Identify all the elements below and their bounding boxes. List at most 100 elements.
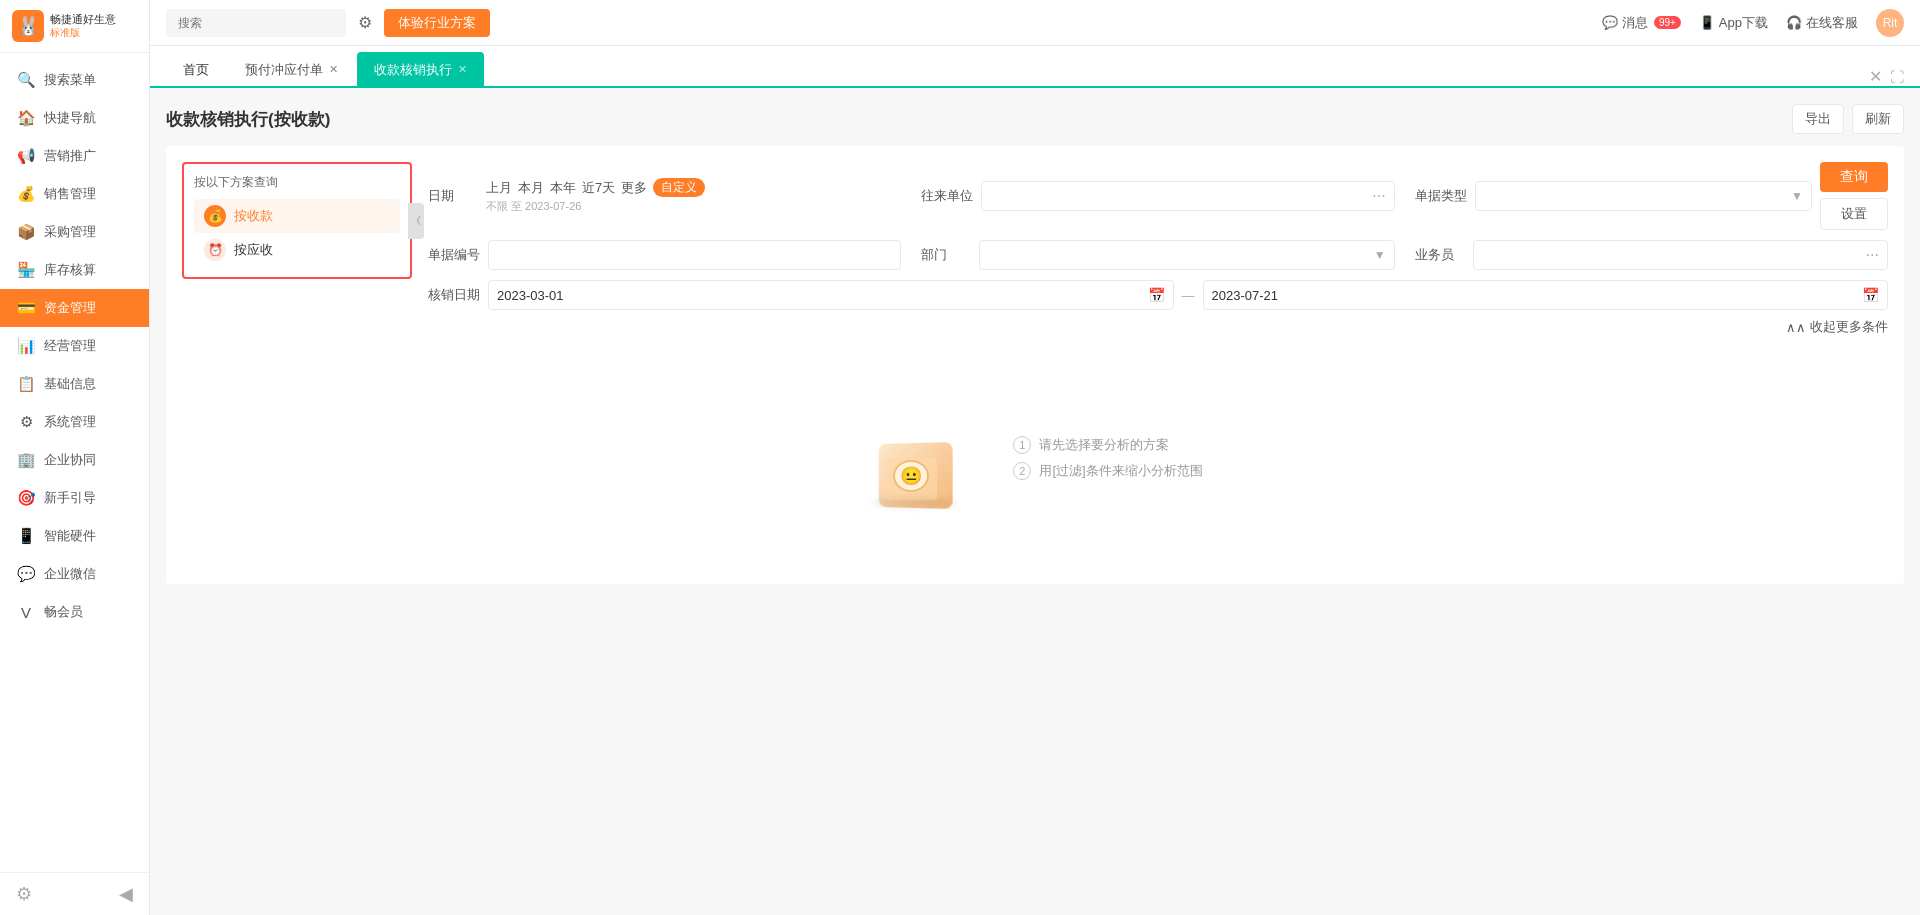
sidebar-item-smart-hw[interactable]: 📱 智能硬件 (0, 517, 149, 555)
doc-no-input[interactable] (488, 240, 901, 270)
receipt-option-icon: 💰 (204, 205, 226, 227)
sidebar-item-search-menu[interactable]: 🔍搜索菜单 (0, 61, 149, 99)
refresh-button[interactable]: 刷新 (1852, 104, 1904, 134)
empty-hint-2: 2 用[过滤]条件来缩小分析范围 (1013, 462, 1202, 480)
setting-button[interactable]: 设置 (1820, 198, 1888, 230)
messages-label: 消息 (1622, 14, 1648, 32)
staff-field: 业务员 ··· (1415, 240, 1888, 270)
tab-prepaid-close-icon[interactable]: ✕ (329, 63, 338, 76)
counterparty-more-icon[interactable]: ··· (1372, 187, 1385, 205)
sidebar-item-label: 企业微信 (44, 565, 96, 583)
verify-date-end-value: 2023-07-21 (1212, 288, 1279, 303)
settings-bottom-icon[interactable]: ⚙ (16, 883, 32, 905)
tab-prepaid-offset[interactable]: 预付冲应付单 ✕ (228, 52, 355, 86)
smart-hw-icon: 📱 (16, 527, 36, 545)
counterparty-select[interactable]: ··· (981, 181, 1394, 211)
sidebar-item-basic-info[interactable]: 📋基础信息 (0, 365, 149, 403)
staff-select[interactable]: ··· (1473, 240, 1888, 270)
date-label: 日期 (428, 187, 478, 205)
sidebar-item-enterprise[interactable]: 🏢企业协同 (0, 441, 149, 479)
filter-option-by-receivable[interactable]: ⏰ 按应收 (194, 233, 400, 267)
box-shadow (872, 498, 957, 508)
sidebar-item-marketing[interactable]: 📢营销推广 (0, 137, 149, 175)
sidebar-item-inventory[interactable]: 🏪库存核算 (0, 251, 149, 289)
query-form: 日期 上月 本月 本年 近7天 更多 自定义 不限 至 (428, 162, 1888, 336)
search-icon: 🔍 (16, 71, 36, 89)
shortcut-this-month[interactable]: 本月 (518, 179, 544, 197)
tab-home-label: 首页 (183, 61, 209, 79)
empty-hint-1: 1 请先选择要分析的方案 (1013, 436, 1202, 454)
receipt-option-label: 按收款 (234, 207, 273, 225)
user-name: Rit (1883, 16, 1898, 30)
sidebar-item-guide[interactable]: 🎯新手引导 (0, 479, 149, 517)
sidebar-item-vip[interactable]: V畅会员 (0, 593, 149, 631)
sidebar-item-label: 销售管理 (44, 185, 96, 203)
dept-select[interactable]: ▼ (979, 240, 1394, 270)
messages-button[interactable]: 💬 消息 99+ (1602, 14, 1681, 32)
sidebar-item-label: 智能硬件 (44, 527, 96, 545)
collapse-more-conditions[interactable]: ∧∧ 收起更多条件 (428, 318, 1888, 336)
receivable-option-icon: ⏰ (204, 239, 226, 261)
hint-1-text: 请先选择要分析的方案 (1039, 436, 1169, 454)
staff-label: 业务员 (1415, 246, 1465, 264)
filter-panel-collapse-icon[interactable]: 《 (408, 203, 424, 239)
dept-field: 部门 ▼ (921, 240, 1394, 270)
user-avatar[interactable]: Rit (1876, 9, 1904, 37)
shortcut-custom-active[interactable]: 自定义 (653, 178, 705, 197)
tab-receipt-offset[interactable]: 收款核销执行 ✕ (357, 52, 484, 86)
query-button[interactable]: 查询 (1820, 162, 1888, 192)
sidebar-item-sales[interactable]: 💰 销售管理 (0, 175, 149, 213)
tab-receipt-close-icon[interactable]: ✕ (458, 63, 467, 76)
empty-illustration: 😐 (867, 408, 977, 508)
shortcut-this-year[interactable]: 本年 (550, 179, 576, 197)
filter-grid-row2: 单据编号 部门 ▼ 业务员 (428, 240, 1888, 270)
sidebar-item-wechat[interactable]: 💬企业微信 (0, 555, 149, 593)
collapse-sidebar-icon[interactable]: ◀ (119, 883, 133, 905)
collapse-more-label: 收起更多条件 (1810, 318, 1888, 336)
doc-no-label: 单据编号 (428, 246, 480, 264)
filter-option-by-receipt[interactable]: 💰 按收款 (194, 199, 400, 233)
doc-type-select[interactable]: ▼ (1475, 181, 1812, 211)
shortcut-more[interactable]: 更多 (621, 179, 647, 197)
gear-icon[interactable]: ⚙ (358, 13, 372, 32)
shortcut-7days[interactable]: 近7天 (582, 179, 615, 197)
shortcut-last-month[interactable]: 上月 (486, 179, 512, 197)
marketing-icon: 📢 (16, 147, 36, 165)
step-num-2: 2 (1013, 462, 1031, 480)
app-download-button[interactable]: 📱 App下载 (1699, 14, 1768, 32)
verify-date-end-input[interactable]: 2023-07-21 📅 (1203, 280, 1889, 310)
export-button[interactable]: 导出 (1792, 104, 1844, 134)
app-download-label: App下载 (1719, 14, 1768, 32)
sidebar-item-operations[interactable]: 📊经营管理 (0, 327, 149, 365)
tab-home[interactable]: 首页 (166, 52, 226, 86)
sidebar-item-label: 库存核算 (44, 261, 96, 279)
close-all-tabs-icon[interactable]: ✕ (1869, 67, 1882, 86)
sidebar-item-label: 采购管理 (44, 223, 96, 241)
search-input[interactable] (166, 9, 346, 37)
collapse-more-up-icon: ∧∧ (1786, 320, 1806, 335)
industry-solution-button[interactable]: 体验行业方案 (384, 9, 490, 37)
verify-date-start-calendar-icon: 📅 (1148, 287, 1165, 303)
hint-2-text: 用[过滤]条件来缩小分析范围 (1039, 462, 1202, 480)
app-download-icon: 📱 (1699, 15, 1715, 30)
sidebar-item-finance[interactable]: 💳资金管理 (0, 289, 149, 327)
expand-tabs-icon[interactable]: ⛶ (1890, 69, 1904, 85)
sidebar-item-label: 系统管理 (44, 413, 96, 431)
topbar-right: 💬 消息 99+ 📱 App下载 🎧 在线客服 Rit (1602, 9, 1904, 37)
sidebar-item-system[interactable]: ⚙系统管理 (0, 403, 149, 441)
empty-state: 😐 1 请先选择要分析的方案 2 用[过滤]条件来缩小分析范围 (182, 348, 1888, 568)
sidebar-item-label: 企业协同 (44, 451, 96, 469)
sales-icon: 💰 (16, 185, 36, 203)
sidebar-item-label: 基础信息 (44, 375, 96, 393)
sidebar-item-quick-nav[interactable]: 🏠快捷导航 (0, 99, 149, 137)
tabbar: 首页 预付冲应付单 ✕ 收款核销执行 ✕ ✕ ⛶ (150, 46, 1920, 88)
staff-more-icon[interactable]: ··· (1866, 246, 1879, 264)
doc-type-label: 单据类型 (1415, 187, 1467, 205)
verify-date-end-calendar-icon: 📅 (1862, 287, 1879, 303)
sidebar-logo: 🐰 畅捷通好生意 标准版 (0, 0, 149, 53)
sidebar-item-purchase[interactable]: 📦采购管理 (0, 213, 149, 251)
verify-date-start-input[interactable]: 2023-03-01 📅 (488, 280, 1174, 310)
main-content: ⚙ 体验行业方案 💬 消息 99+ 📱 App下载 🎧 在线客服 Rit (150, 0, 1920, 915)
sidebar-bottom: ⚙ ◀ (0, 872, 149, 915)
online-service-button[interactable]: 🎧 在线客服 (1786, 14, 1858, 32)
